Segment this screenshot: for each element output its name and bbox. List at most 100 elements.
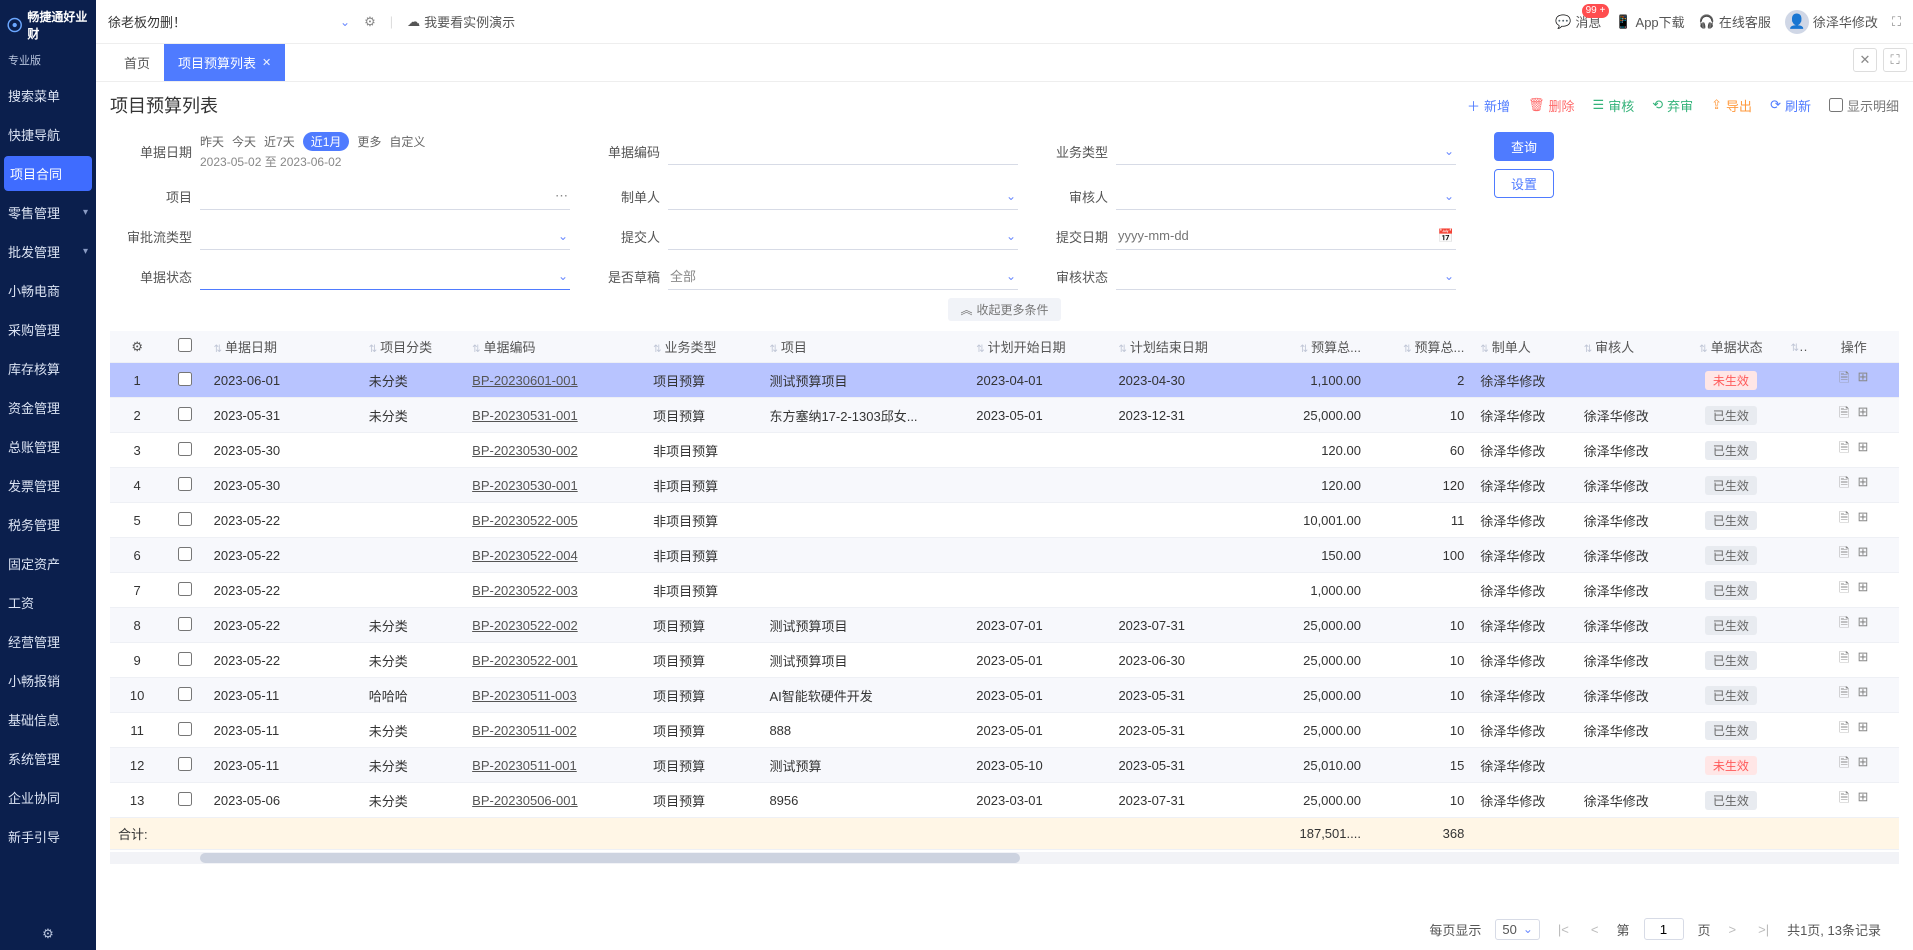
row-checkbox[interactable] (178, 652, 192, 666)
sidebar-item[interactable]: 总账管理 (0, 427, 96, 466)
row-checkbox[interactable] (178, 582, 192, 596)
doc-status-select[interactable]: ⌄ (200, 262, 570, 290)
tab-close-icon[interactable]: ✕ (262, 56, 271, 69)
next-page-button[interactable]: > (1725, 922, 1741, 937)
more-icon[interactable]: ⊞ (1857, 614, 1868, 636)
support-link[interactable]: 🎧 在线客服 (1699, 12, 1771, 31)
row-checkbox[interactable] (178, 442, 192, 456)
view-icon[interactable]: 🗎 (1839, 614, 1849, 636)
row-checkbox[interactable] (178, 792, 192, 806)
row-checkbox[interactable] (178, 687, 192, 701)
col-budget-sum2[interactable]: ⇅预算总... (1369, 331, 1472, 363)
auditor-select[interactable]: ⌄ (1116, 182, 1456, 210)
view-icon[interactable]: 🗎 (1839, 649, 1849, 671)
expand-icon[interactable]: ⛶ (1892, 14, 1901, 30)
sidebar-item[interactable]: 经营管理 (0, 622, 96, 661)
sidebar-item[interactable]: 工资 (0, 583, 96, 622)
project-input[interactable]: ⋯ (200, 182, 570, 210)
sidebar-item[interactable]: 基础信息 (0, 700, 96, 739)
query-button[interactable]: 查询 (1494, 132, 1554, 161)
table-row[interactable]: 12023-06-01未分类BP-20230601-001项目预算测试预算项目2… (110, 363, 1899, 398)
row-checkbox[interactable] (178, 512, 192, 526)
messages-link[interactable]: 💬 消息 99 + (1555, 12, 1601, 31)
sidebar-item[interactable]: 系统管理 (0, 739, 96, 778)
code-link[interactable]: BP-20230522-002 (472, 618, 578, 633)
code-link[interactable]: BP-20230522-003 (472, 583, 578, 598)
view-icon[interactable]: 🗎 (1839, 684, 1849, 706)
view-icon[interactable]: 🗎 (1839, 404, 1849, 426)
ellipsis-icon[interactable]: ⋯ (555, 188, 568, 204)
sidebar-item[interactable]: 搜索菜单 (0, 76, 96, 115)
app-download-link[interactable]: 📱 App下载 (1615, 12, 1684, 31)
demo-link[interactable]: ☁ 我要看实例演示 (407, 12, 515, 31)
view-icon[interactable]: 🗎 (1839, 369, 1849, 391)
more-icon[interactable]: ⊞ (1857, 579, 1868, 601)
doc-code-input[interactable] (668, 137, 1018, 165)
more-icon[interactable]: ⊞ (1857, 544, 1868, 566)
submitter-select[interactable]: ⌄ (668, 222, 1018, 250)
page-input[interactable] (1644, 918, 1684, 940)
tab-close-all-icon[interactable]: ✕ (1853, 48, 1877, 72)
sidebar-item[interactable]: 批发管理▾ (0, 232, 96, 271)
code-link[interactable]: BP-20230522-004 (472, 548, 578, 563)
col-extra[interactable]: ⇅ (1783, 331, 1809, 363)
row-checkbox[interactable] (178, 477, 192, 491)
last-page-button[interactable]: >| (1754, 922, 1773, 937)
tab[interactable]: 首页 (110, 44, 164, 81)
select-all-header[interactable] (164, 331, 205, 363)
collapse-filters-button[interactable]: ︽收起更多条件 (948, 298, 1060, 321)
col-auditor[interactable]: ⇅审核人 (1576, 331, 1679, 363)
sidebar-item[interactable]: 企业协同 (0, 778, 96, 817)
more-icon[interactable]: ⊞ (1857, 789, 1868, 811)
export-button[interactable]: ⇪导出 (1711, 96, 1752, 115)
view-icon[interactable]: 🗎 (1839, 719, 1849, 741)
column-settings-header[interactable]: ⚙ (110, 331, 164, 363)
col-code[interactable]: ⇅单据编码 (464, 331, 645, 363)
code-link[interactable]: BP-20230530-001 (472, 478, 578, 493)
audit-status-select[interactable]: ⌄ (1116, 262, 1456, 290)
view-icon[interactable]: 🗎 (1839, 439, 1849, 461)
view-icon[interactable]: 🗎 (1839, 474, 1849, 496)
sidebar-item[interactable]: 新手引导 (0, 817, 96, 856)
more-icon[interactable]: ⊞ (1857, 404, 1868, 426)
more-icon[interactable]: ⊞ (1857, 509, 1868, 531)
code-link[interactable]: BP-20230531-001 (472, 408, 578, 423)
sidebar-settings-icon[interactable]: ⚙ (0, 918, 96, 950)
table-row[interactable]: 112023-05-11未分类BP-20230511-002项目预算888202… (110, 713, 1899, 748)
row-checkbox[interactable] (178, 757, 192, 771)
date-chip[interactable]: 自定义 (389, 133, 425, 150)
sidebar-item[interactable]: 资金管理 (0, 388, 96, 427)
col-budget-sum1[interactable]: ⇅预算总... (1253, 331, 1369, 363)
add-button[interactable]: ＋新增 (1467, 96, 1510, 115)
code-link[interactable]: BP-20230511-003 (472, 688, 577, 703)
row-checkbox[interactable] (178, 372, 192, 386)
biz-type-select[interactable]: ⌄ (1116, 137, 1456, 165)
more-icon[interactable]: ⊞ (1857, 649, 1868, 671)
date-chip[interactable]: 今天 (232, 133, 256, 150)
more-icon[interactable]: ⊞ (1857, 754, 1868, 776)
row-checkbox[interactable] (178, 722, 192, 736)
col-biz-type[interactable]: ⇅业务类型 (645, 331, 761, 363)
scrollbar-thumb[interactable] (200, 853, 1020, 863)
horizontal-scrollbar[interactable] (110, 852, 1899, 864)
code-link[interactable]: BP-20230511-002 (472, 723, 577, 738)
table-row[interactable]: 72023-05-22BP-20230522-003非项目预算1,000.00徐… (110, 573, 1899, 608)
per-page-select[interactable]: 50⌄ (1495, 919, 1540, 940)
table-row[interactable]: 32023-05-30BP-20230530-002非项目预算120.0060徐… (110, 433, 1899, 468)
abandon-audit-button[interactable]: ⟲弃审 (1652, 96, 1693, 115)
first-page-button[interactable]: |< (1554, 922, 1573, 937)
sidebar-item[interactable]: 小畅报销 (0, 661, 96, 700)
col-end-date[interactable]: ⇅计划结束日期 (1110, 331, 1252, 363)
code-link[interactable]: BP-20230530-002 (472, 443, 578, 458)
prev-page-button[interactable]: < (1587, 922, 1603, 937)
select-all-checkbox[interactable] (178, 338, 192, 352)
more-icon[interactable]: ⊞ (1857, 684, 1868, 706)
more-icon[interactable]: ⊞ (1857, 719, 1868, 741)
tab[interactable]: 项目预算列表✕ (164, 44, 285, 81)
date-chip[interactable]: 更多 (357, 133, 381, 150)
user-menu[interactable]: 👤 徐泽华修改 (1785, 10, 1878, 34)
table-row[interactable]: 52023-05-22BP-20230522-005非项目预算10,001.00… (110, 503, 1899, 538)
sidebar-item[interactable]: 快捷导航 (0, 115, 96, 154)
table-row[interactable]: 22023-05-31未分类BP-20230531-001项目预算东方塞纳17-… (110, 398, 1899, 433)
col-project[interactable]: ⇅项目 (761, 331, 968, 363)
